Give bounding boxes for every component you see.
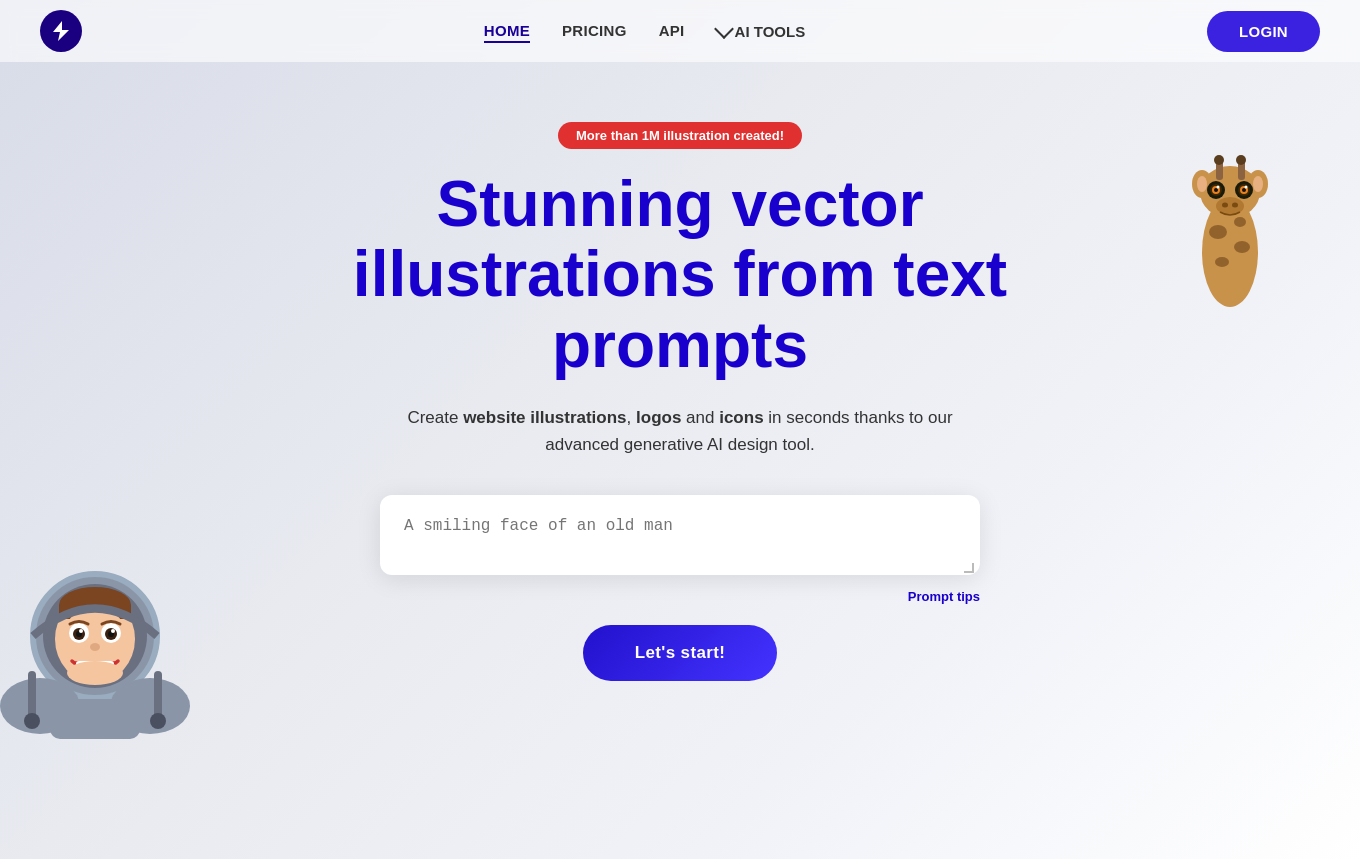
svg-point-27 <box>1232 203 1238 208</box>
nav-pricing[interactable]: PRICING <box>562 22 627 39</box>
nav-links: HOME PRICING API AI TOOLS <box>484 22 805 40</box>
nav-ai-tools[interactable]: AI TOOLS <box>717 23 806 40</box>
hero-title: Stunning vector illustrations from text … <box>353 169 1007 380</box>
resize-handle-icon <box>964 563 974 573</box>
svg-point-40 <box>79 629 83 633</box>
svg-point-23 <box>1217 186 1220 189</box>
hero-section: More than 1M illustration created! Stunn… <box>0 62 1360 721</box>
svg-point-2 <box>1209 225 1227 239</box>
svg-rect-48 <box>50 699 140 739</box>
svg-point-12 <box>1214 155 1224 165</box>
prompt-tips-container: Prompt tips <box>380 587 980 605</box>
astronaut-decoration <box>0 551 190 741</box>
svg-marker-0 <box>53 21 69 41</box>
hero-badge: More than 1M illustration created! <box>558 122 802 149</box>
svg-point-22 <box>1242 188 1246 192</box>
chevron-down-icon <box>714 19 734 39</box>
svg-point-4 <box>1215 257 1229 267</box>
svg-point-3 <box>1234 241 1250 253</box>
hero-subtitle: Create website illustrations, logos and … <box>390 404 970 458</box>
svg-point-52 <box>150 713 166 729</box>
prompt-input-container <box>380 495 980 579</box>
giraffe-decoration <box>1160 132 1300 312</box>
ai-tools-label: AI TOOLS <box>735 23 806 40</box>
nav-api[interactable]: API <box>659 22 685 39</box>
svg-point-14 <box>1236 155 1246 165</box>
svg-point-41 <box>111 629 115 633</box>
svg-point-44 <box>67 661 123 685</box>
svg-point-50 <box>24 713 40 729</box>
svg-point-26 <box>1222 203 1228 208</box>
svg-point-10 <box>1253 176 1263 192</box>
logo[interactable] <box>40 10 82 52</box>
svg-point-24 <box>1245 186 1248 189</box>
svg-point-8 <box>1197 176 1207 192</box>
svg-point-5 <box>1234 217 1246 227</box>
prompt-tips-link[interactable]: Prompt tips <box>908 589 980 604</box>
prompt-input[interactable] <box>380 495 980 575</box>
login-button[interactable]: LOGIN <box>1207 11 1320 52</box>
svg-point-21 <box>1214 188 1218 192</box>
start-button[interactable]: Let's start! <box>583 625 777 681</box>
logo-icon <box>40 10 82 52</box>
svg-point-42 <box>90 643 100 651</box>
nav-home[interactable]: HOME <box>484 22 530 43</box>
navbar: HOME PRICING API AI TOOLS LOGIN <box>0 0 1360 62</box>
